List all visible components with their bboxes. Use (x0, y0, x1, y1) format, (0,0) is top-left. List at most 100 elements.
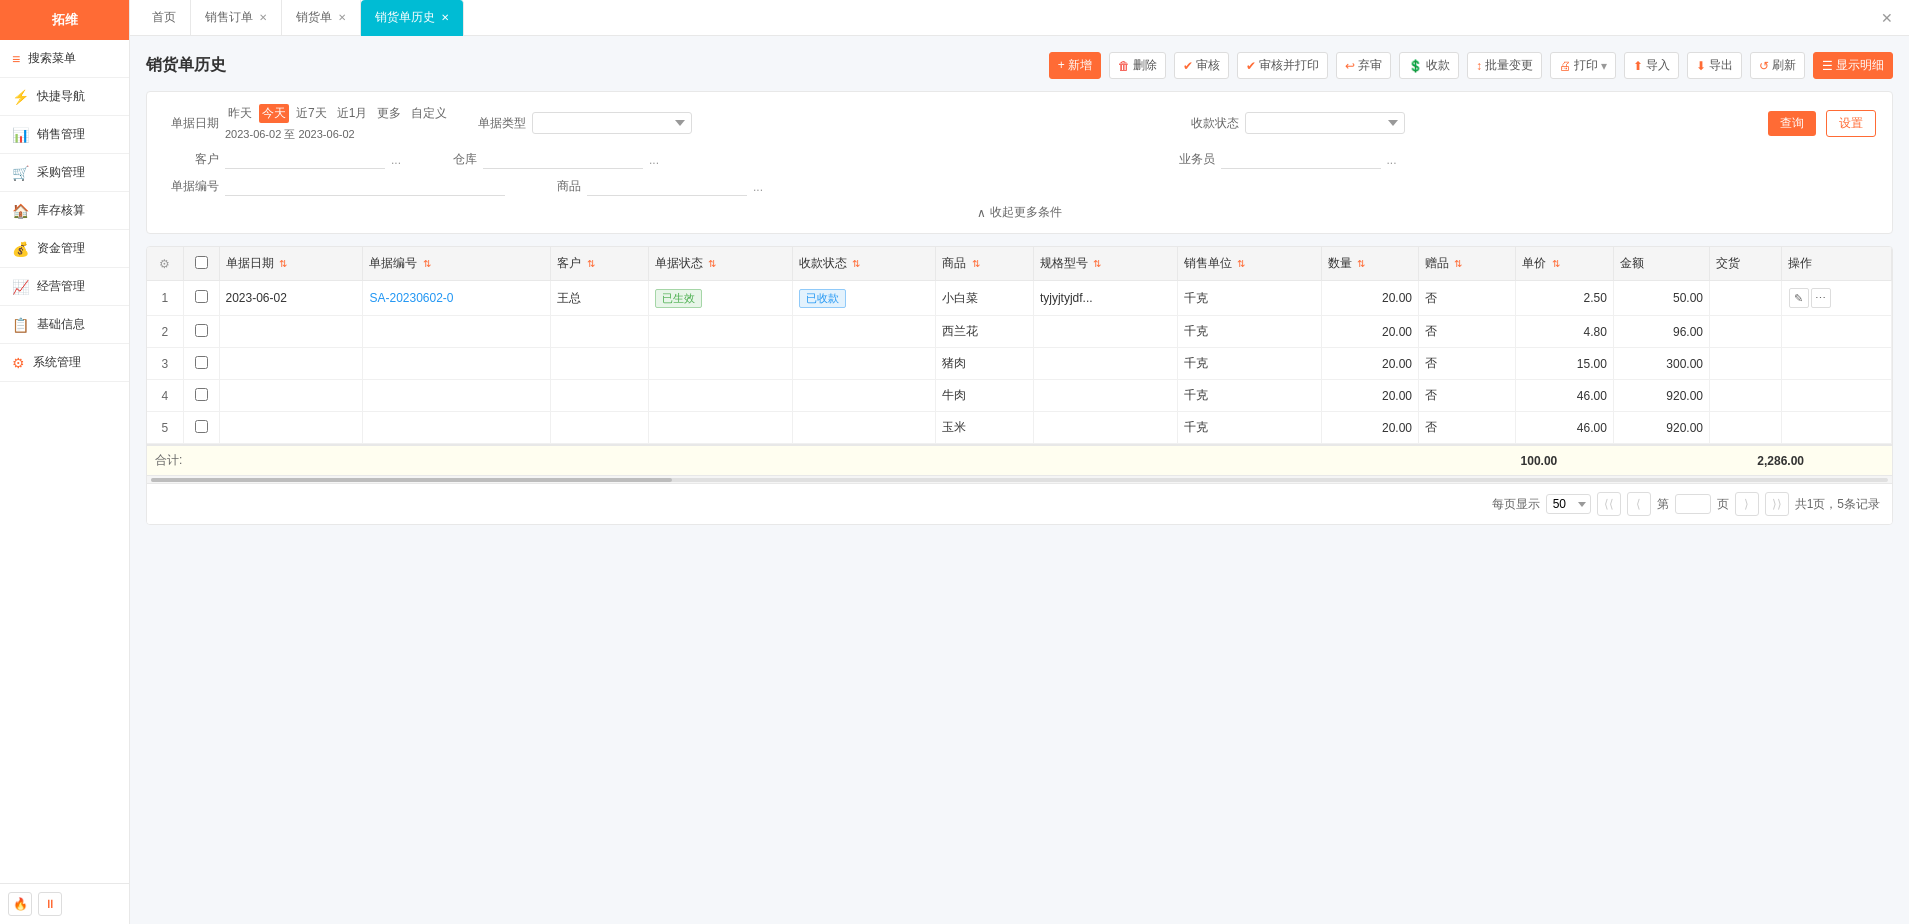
page-last-button[interactable]: ⟩⟩ (1765, 492, 1789, 516)
cell-checkbox[interactable] (183, 380, 219, 412)
cell-doc-status (648, 316, 792, 348)
cell-price: 46.00 (1516, 380, 1613, 412)
cell-row-no: 5 (147, 412, 183, 444)
tab-sales-history[interactable]: 销货单历史 ✕ (361, 0, 464, 36)
filter-goods-input[interactable] (587, 177, 747, 196)
horizontal-scrollbar[interactable] (147, 475, 1892, 483)
sidebar-item-basic-info[interactable]: 📋 基础信息 (0, 306, 129, 344)
col-customer[interactable]: 客户 ⇅ (551, 247, 648, 281)
sys-mgmt-icon: ⚙ (12, 355, 25, 371)
sidebar-item-sales-mgmt[interactable]: 📊 销售管理 (0, 116, 129, 154)
tab-sales-history-label: 销货单历史 (375, 9, 435, 26)
scrollbar-thumb[interactable] (151, 478, 672, 482)
cell-checkbox[interactable] (183, 281, 219, 316)
action-edit[interactable]: ✎ (1789, 288, 1809, 308)
batch-change-button[interactable]: ↕ 批量变更 (1467, 52, 1542, 79)
filter-customer-picker[interactable]: ... (391, 153, 401, 167)
filter-doc-type-select[interactable] (532, 112, 692, 134)
new-button[interactable]: + 新增 (1049, 52, 1101, 79)
cell-checkbox[interactable] (183, 412, 219, 444)
filter-doc-no-input[interactable] (225, 177, 505, 196)
sidebar-item-purchase-mgmt[interactable]: 🛒 采购管理 (0, 154, 129, 192)
col-pay-status[interactable]: 收款状态 ⇅ (792, 247, 936, 281)
delete-button[interactable]: 🗑 删除 (1109, 52, 1166, 79)
filter-salesperson-input[interactable] (1221, 150, 1381, 169)
export-button[interactable]: ⬇ 导出 (1687, 52, 1742, 79)
abandon-button[interactable]: ↩ 弃审 (1336, 52, 1391, 79)
print-button[interactable]: 🖨 打印 ▾ (1550, 52, 1616, 79)
sidebar-fire-button[interactable]: 🔥 (8, 892, 32, 916)
date-shortcut-7days[interactable]: 近7天 (293, 104, 330, 123)
col-doc-no[interactable]: 单据编号 ⇅ (363, 247, 551, 281)
show-detail-button[interactable]: ☰ 显示明细 (1813, 52, 1893, 79)
col-gift[interactable]: 赠品 ⇅ (1419, 247, 1516, 281)
cell-doc-no[interactable]: SA-20230602-0 (363, 281, 551, 316)
settings-gear-icon: ⚙ (159, 257, 170, 271)
col-doc-status[interactable]: 单据状态 ⇅ (648, 247, 792, 281)
sidebar-item-finance-mgmt[interactable]: 💰 资金管理 (0, 230, 129, 268)
cell-doc-no[interactable] (363, 412, 551, 444)
refresh-button[interactable]: ↺ 刷新 (1750, 52, 1805, 79)
col-goods[interactable]: 商品 ⇅ (936, 247, 1033, 281)
collapse-button[interactable]: ∧ 收起更多条件 (163, 204, 1876, 221)
tab-close-all-button[interactable]: ✕ (1873, 10, 1901, 26)
tab-sales-order[interactable]: 销售订单 ✕ (191, 0, 282, 36)
cell-doc-no[interactable] (363, 380, 551, 412)
filter-row-3: 单据编号 商品 ... (163, 177, 1876, 196)
sidebar-item-search-menu[interactable]: ≡ 搜索菜单 (0, 40, 129, 78)
import-button[interactable]: ⬆ 导入 (1624, 52, 1679, 79)
cell-doc-no[interactable] (363, 316, 551, 348)
tab-sales-goods-close[interactable]: ✕ (338, 12, 346, 23)
filter-customer-input[interactable] (225, 150, 385, 169)
page-first-button[interactable]: ⟨⟨ (1597, 492, 1621, 516)
approve-button[interactable]: ✔ 审核 (1174, 52, 1229, 79)
print-icon: 🖨 (1559, 59, 1571, 73)
col-doc-date-sort: ⇅ (279, 258, 287, 269)
filter-goods-picker[interactable]: ... (753, 180, 763, 194)
date-shortcut-today[interactable]: 今天 (259, 104, 289, 123)
action-more[interactable]: ⋯ (1811, 288, 1831, 308)
cell-checkbox[interactable] (183, 316, 219, 348)
col-price[interactable]: 单价 ⇅ (1516, 247, 1613, 281)
select-all-checkbox[interactable] (195, 256, 208, 269)
col-amount: 金额 (1613, 247, 1709, 281)
page-prev-button[interactable]: ⟨ (1627, 492, 1651, 516)
filter-warehouse-picker[interactable]: ... (649, 153, 659, 167)
col-qty[interactable]: 数量 ⇅ (1321, 247, 1418, 281)
date-shortcut-more[interactable]: 更多 (374, 104, 404, 123)
col-spec[interactable]: 规格型号 ⇅ (1033, 247, 1177, 281)
table-row: 1 2023-06-02 SA-20230602-0 王总 已生效 已收款 小白… (147, 281, 1892, 316)
sidebar-pause-button[interactable]: ⏸ (38, 892, 62, 916)
page-next-button[interactable]: ⟩ (1735, 492, 1759, 516)
date-shortcut-custom[interactable]: 自定义 (408, 104, 450, 123)
tab-sales-history-close[interactable]: ✕ (441, 12, 449, 23)
filter-pay-status-select[interactable] (1245, 112, 1405, 134)
date-shortcut-yesterday[interactable]: 昨天 (225, 104, 255, 123)
date-shortcut-1month[interactable]: 近1月 (334, 104, 371, 123)
filter-salesperson-picker[interactable]: ... (1387, 153, 1397, 167)
per-page-select[interactable]: 50 100 200 (1546, 494, 1591, 514)
tab-sales-goods[interactable]: 销货单 ✕ (282, 0, 361, 36)
collect-button[interactable]: 💲 收款 (1399, 52, 1459, 79)
cell-doc-no[interactable] (363, 348, 551, 380)
col-settings[interactable]: ⚙ (147, 247, 183, 281)
collapse-button-label: 收起更多条件 (990, 204, 1062, 221)
sidebar-item-inventory-calc[interactable]: 🏠 库存核算 (0, 192, 129, 230)
col-doc-date[interactable]: 单据日期 ⇅ (219, 247, 363, 281)
sidebar-item-sys-mgmt[interactable]: ⚙ 系统管理 (0, 344, 129, 382)
col-unit[interactable]: 销售单位 ⇅ (1177, 247, 1321, 281)
page-title: 销货单历史 (146, 55, 226, 76)
sidebar-item-ops-mgmt[interactable]: 📈 经营管理 (0, 268, 129, 306)
settings-button[interactable]: 设置 (1826, 110, 1876, 137)
filter-doc-no: 单据编号 (163, 177, 505, 196)
query-button[interactable]: 查询 (1768, 111, 1816, 136)
toolbar: + 新增 🗑 删除 ✔ 审核 ✔ 审核并打印 ↩ 弃审 (1049, 52, 1893, 79)
tab-sales-order-close[interactable]: ✕ (259, 12, 267, 23)
data-table: ⚙ 单据日期 ⇅ 单据编号 ⇅ (146, 246, 1893, 525)
cell-checkbox[interactable] (183, 348, 219, 380)
approve-print-button[interactable]: ✔ 审核并打印 (1237, 52, 1328, 79)
tab-home[interactable]: 首页 (138, 0, 191, 36)
sidebar-item-quick-nav[interactable]: ⚡ 快捷导航 (0, 78, 129, 116)
page-number-input[interactable]: 1 (1675, 494, 1711, 514)
filter-warehouse-input[interactable] (483, 150, 643, 169)
